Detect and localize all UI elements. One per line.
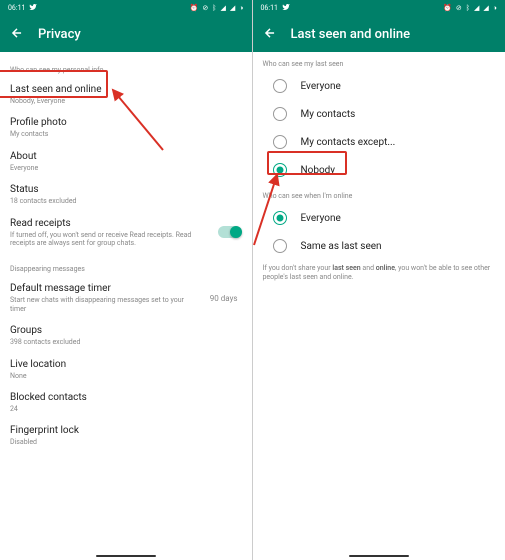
row-sub: 18 contacts excluded bbox=[10, 197, 242, 205]
nav-pill[interactable] bbox=[96, 555, 156, 557]
row-title: Groups bbox=[10, 325, 242, 337]
row-about[interactable]: About Everyone bbox=[10, 145, 242, 178]
alarm-icon: ⏰ bbox=[443, 4, 452, 12]
app-bar: Last seen and online bbox=[253, 16, 505, 52]
signal-icon: ◢ bbox=[483, 4, 488, 12]
app-bar: Privacy bbox=[0, 16, 252, 52]
lastseen-content: Who can see my last seen Everyone My con… bbox=[253, 52, 505, 552]
status-time: 06:11 bbox=[261, 4, 278, 12]
radio-icon bbox=[273, 211, 287, 225]
row-last-seen[interactable]: Last seen and online Nobody, Everyone bbox=[10, 78, 242, 111]
dnd-icon: ⊘ bbox=[202, 4, 208, 12]
radio-icon bbox=[273, 239, 287, 253]
row-title: Fingerprint lock bbox=[10, 425, 242, 437]
page-title: Privacy bbox=[38, 27, 81, 42]
nav-bar bbox=[253, 552, 505, 560]
status-time: 06:11 bbox=[8, 4, 25, 12]
radio-icon bbox=[273, 135, 287, 149]
section-header: Who can see when I'm online bbox=[253, 184, 505, 204]
status-bar: 06:11 ⏰ ⊘ ᛒ ◢ ◢ ◑ bbox=[0, 0, 252, 16]
row-title: Read receipts bbox=[10, 218, 208, 230]
radio-label: My contacts except... bbox=[301, 137, 396, 148]
row-profile-photo[interactable]: Profile photo My contacts bbox=[10, 111, 242, 144]
signal-icon: ◢ bbox=[474, 4, 479, 12]
dnd-icon: ⊘ bbox=[456, 4, 462, 12]
row-default-timer[interactable]: Default message timer Start new chats wi… bbox=[10, 277, 242, 319]
radio-icon bbox=[273, 79, 287, 93]
section-header: Disappearing messages bbox=[10, 265, 242, 273]
row-title: Default message timer bbox=[10, 283, 200, 295]
row-groups[interactable]: Groups 398 contacts excluded bbox=[10, 319, 242, 352]
row-blocked[interactable]: Blocked contacts 24 bbox=[10, 386, 242, 419]
privacy-content: Who can see my personal info Last seen a… bbox=[0, 52, 252, 552]
alarm-icon: ⏰ bbox=[190, 4, 199, 12]
radio-everyone[interactable]: Everyone bbox=[253, 72, 505, 100]
row-title: Last seen and online bbox=[10, 84, 242, 96]
signal-icon: ◢ bbox=[220, 4, 225, 12]
bluetooth-icon: ᛒ bbox=[212, 4, 216, 12]
battery-icon: ◑ bbox=[239, 4, 243, 12]
row-sub: Start new chats with disappearing messag… bbox=[10, 296, 200, 313]
row-sub: Disabled bbox=[10, 438, 242, 446]
row-title: About bbox=[10, 151, 242, 163]
row-title: Blocked contacts bbox=[10, 392, 242, 404]
radio-label: My contacts bbox=[301, 109, 356, 120]
row-status[interactable]: Status 18 contacts excluded bbox=[10, 178, 242, 211]
row-live-location[interactable]: Live location None bbox=[10, 353, 242, 386]
row-sub: If turned off, you won't send or receive… bbox=[10, 231, 208, 248]
row-fingerprint[interactable]: Fingerprint lock Disabled bbox=[10, 419, 242, 452]
nav-pill[interactable] bbox=[349, 555, 409, 557]
row-title: Profile photo bbox=[10, 117, 242, 129]
privacy-screen: 06:11 ⏰ ⊘ ᛒ ◢ ◢ ◑ Privacy Who can see my… bbox=[0, 0, 253, 560]
radio-icon bbox=[273, 107, 287, 121]
radio-label: Same as last seen bbox=[301, 241, 382, 252]
radio-label: Everyone bbox=[301, 81, 341, 92]
back-icon[interactable] bbox=[10, 26, 24, 43]
row-sub: Nobody, Everyone bbox=[10, 97, 242, 105]
radio-my-contacts[interactable]: My contacts bbox=[253, 100, 505, 128]
row-sub: 398 contacts excluded bbox=[10, 338, 242, 346]
radio-online-same[interactable]: Same as last seen bbox=[253, 232, 505, 260]
back-icon[interactable] bbox=[263, 26, 277, 43]
section-header: Who can see my last seen bbox=[253, 52, 505, 72]
section-header: Who can see my personal info bbox=[10, 66, 242, 74]
row-sub: 24 bbox=[10, 405, 242, 413]
row-sub: None bbox=[10, 372, 242, 380]
signal-icon: ◢ bbox=[230, 4, 235, 12]
nav-bar bbox=[0, 552, 252, 560]
radio-my-contacts-except[interactable]: My contacts except... bbox=[253, 128, 505, 156]
radio-online-everyone[interactable]: Everyone bbox=[253, 204, 505, 232]
radio-label: Nobody bbox=[301, 165, 336, 176]
page-title: Last seen and online bbox=[291, 27, 411, 42]
radio-icon bbox=[273, 163, 287, 177]
row-sub: My contacts bbox=[10, 130, 242, 138]
radio-nobody[interactable]: Nobody bbox=[253, 156, 505, 184]
row-sub: Everyone bbox=[10, 164, 242, 172]
bluetooth-icon: ᛒ bbox=[466, 4, 470, 12]
row-title: Status bbox=[10, 184, 242, 196]
toggle-read-receipts[interactable] bbox=[218, 226, 242, 238]
row-read-receipts[interactable]: Read receipts If turned off, you won't s… bbox=[10, 212, 242, 254]
row-title: Live location bbox=[10, 359, 242, 371]
battery-icon: ◑ bbox=[493, 4, 497, 12]
radio-label: Everyone bbox=[301, 213, 341, 224]
privacy-note: If you don't share your last seen and on… bbox=[253, 260, 505, 286]
lastseen-screen: 06:11 ⏰ ⊘ ᛒ ◢ ◢ ◑ Last seen and online W… bbox=[253, 0, 505, 560]
status-bar: 06:11 ⏰ ⊘ ᛒ ◢ ◢ ◑ bbox=[253, 0, 505, 16]
twitter-icon bbox=[29, 3, 37, 13]
twitter-icon bbox=[282, 3, 290, 13]
row-value: 90 days bbox=[210, 294, 238, 303]
